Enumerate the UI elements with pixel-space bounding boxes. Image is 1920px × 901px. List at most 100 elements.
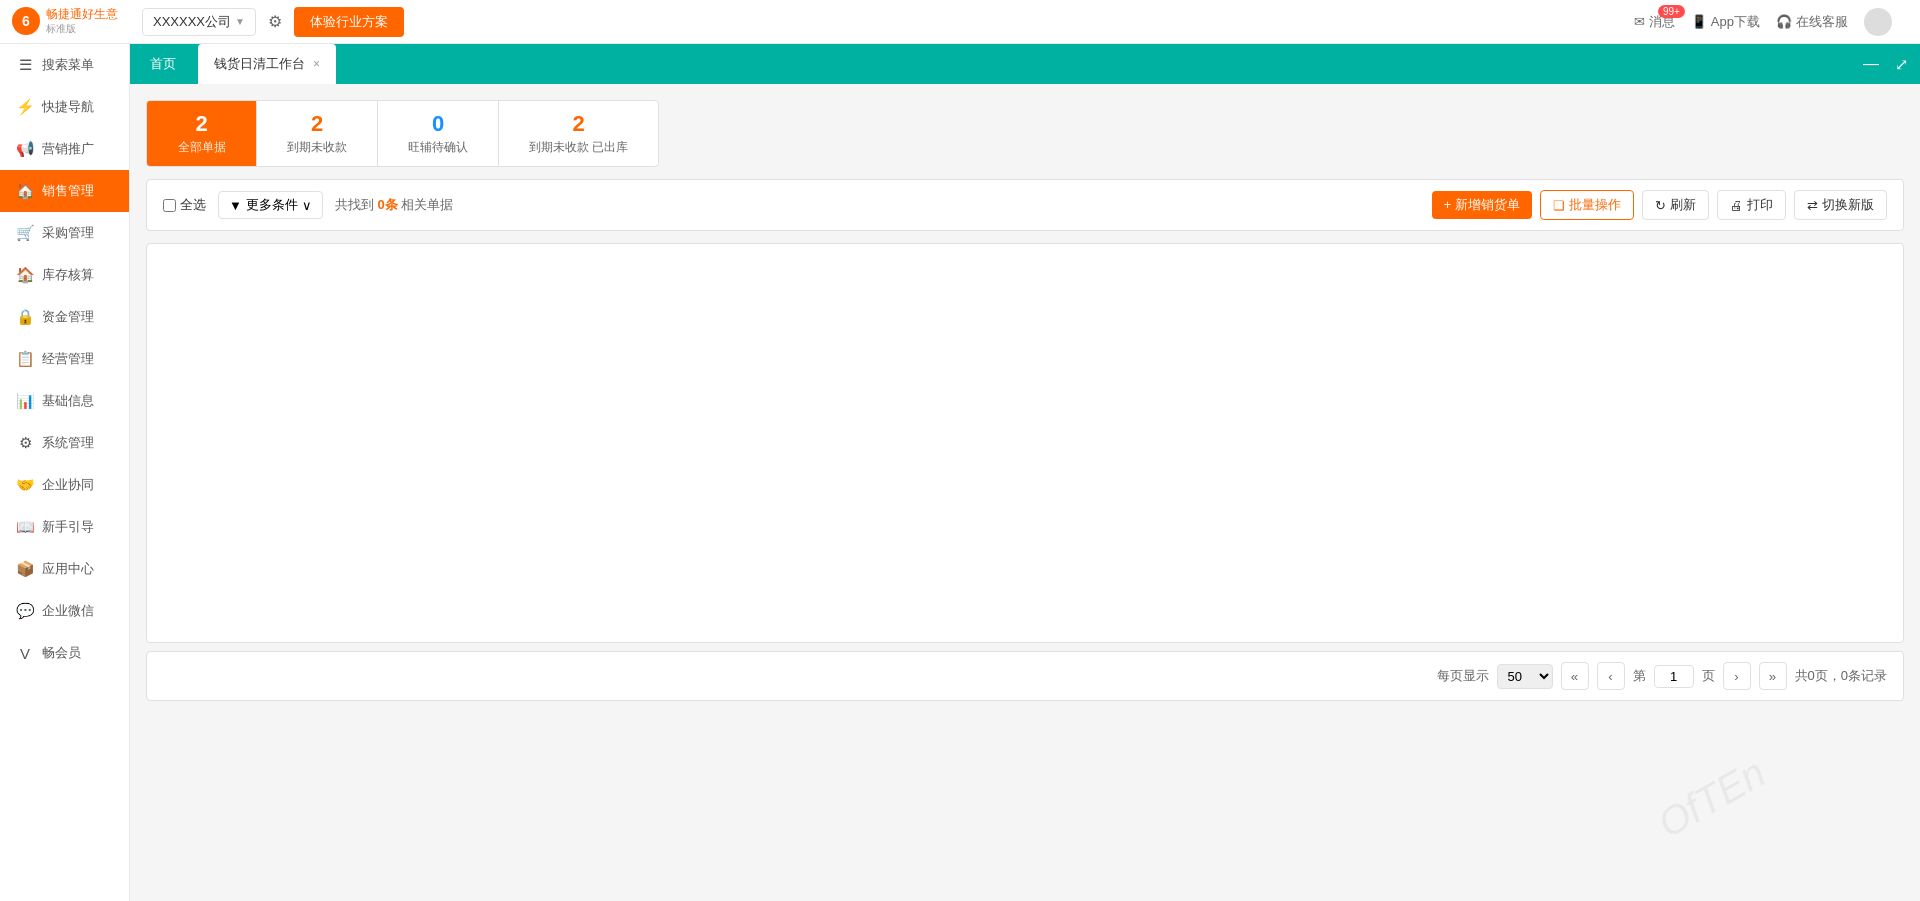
print-btn[interactable]: 🖨 打印 (1717, 190, 1786, 220)
switch-icon: ⇄ (1807, 198, 1818, 213)
sidebar-item-purchase[interactable]: 🛒 采购管理 (0, 212, 129, 254)
refresh-label: 刷新 (1670, 196, 1696, 214)
company-name: XXXXXX公司 (153, 13, 231, 31)
first-page-btn[interactable]: « (1561, 662, 1589, 690)
page-number-input[interactable] (1654, 665, 1694, 688)
filter-arrow-icon: ∨ (302, 198, 312, 213)
sidebar-item-member[interactable]: V 畅会员 (0, 632, 129, 674)
system-icon: ⚙ (16, 434, 34, 452)
pending-count: 0 (408, 111, 468, 137)
system-label: 系统管理 (42, 434, 94, 452)
basic-icon: 📊 (16, 392, 34, 410)
enterprise-icon: 🤝 (16, 476, 34, 494)
stat-tab-shipped[interactable]: 2 到期未收款 已出库 (499, 101, 658, 166)
headset-icon: 🎧 (1776, 14, 1792, 29)
app-layout: ☰ 搜索菜单 ⚡ 快捷导航 📢 营销推广 🏠 销售管理 🛒 采购管理 🏠 库存核… (0, 44, 1920, 901)
sidebar-item-app-center[interactable]: 📦 应用中心 (0, 548, 129, 590)
select-all-label: 全选 (180, 196, 206, 214)
home-tab[interactable]: 首页 (130, 44, 196, 84)
tab-minimize-btn[interactable]: — (1859, 51, 1883, 77)
stat-tab-all[interactable]: 2 全部单据 (147, 101, 257, 166)
stat-tab-pending[interactable]: 0 旺辅待确认 (378, 101, 499, 166)
online-service-item[interactable]: 🎧 在线客服 (1776, 13, 1848, 31)
enterprise-label: 企业协同 (42, 476, 94, 494)
app-name: 畅捷通好生意 (46, 7, 118, 21)
toolbar: 全选 ▼ 更多条件 ∨ 共找到 0条 相关单据 + 新增销货单 (146, 179, 1904, 231)
sidebar-item-capital[interactable]: 🔒 资金管理 (0, 296, 129, 338)
stats-tabs: 2 全部单据 2 到期未收款 0 旺辅待确认 2 到期未收款 已出库 (146, 100, 659, 167)
company-selector[interactable]: XXXXXX公司 ▼ (142, 8, 256, 36)
capital-label: 资金管理 (42, 308, 94, 326)
pending-label: 旺辅待确认 (408, 139, 468, 156)
select-all-checkbox[interactable]: 全选 (163, 196, 206, 214)
app-center-icon: 📦 (16, 560, 34, 578)
last-page-btn[interactable]: » (1759, 662, 1787, 690)
active-tab-label: 钱货日清工作台 (214, 55, 305, 73)
switch-version-btn[interactable]: ⇄ 切换新版 (1794, 190, 1887, 220)
tab-close-icon[interactable]: × (313, 57, 320, 71)
capital-icon: 🔒 (16, 308, 34, 326)
next-page-btn[interactable]: › (1723, 662, 1751, 690)
prev-page-btn[interactable]: ‹ (1597, 662, 1625, 690)
avatar[interactable] (1864, 8, 1892, 36)
app-download-item[interactable]: 📱 App下载 (1691, 13, 1760, 31)
sidebar: ☰ 搜索菜单 ⚡ 快捷导航 📢 营销推广 🏠 销售管理 🛒 采购管理 🏠 库存核… (0, 44, 130, 901)
filter-button[interactable]: ▼ 更多条件 ∨ (218, 191, 323, 219)
sidebar-item-sales[interactable]: 🏠 销售管理 (0, 170, 129, 212)
inventory-label: 库存核算 (42, 266, 94, 284)
refresh-icon: ↻ (1655, 198, 1666, 213)
tab-maximize-btn[interactable]: ⤢ (1891, 51, 1912, 78)
quick-nav-label: 快捷导航 (42, 98, 94, 116)
newbie-icon: 📖 (16, 518, 34, 536)
sidebar-item-newbie[interactable]: 📖 新手引导 (0, 506, 129, 548)
found-count: 0条 (378, 197, 398, 212)
add-sale-btn[interactable]: + 新增销货单 (1432, 191, 1532, 219)
sidebar-item-operations[interactable]: 📋 经营管理 (0, 338, 129, 380)
member-icon: V (16, 645, 34, 662)
overdue-count: 2 (287, 111, 347, 137)
purchase-label: 采购管理 (42, 224, 94, 242)
settings-icon[interactable]: ⚙ (268, 12, 282, 31)
basic-label: 基础信息 (42, 392, 94, 410)
search-menu-label: 搜索菜单 (42, 56, 94, 74)
member-label: 畅会员 (42, 644, 81, 662)
refresh-btn[interactable]: ↻ 刷新 (1642, 190, 1709, 220)
page-size-select[interactable]: 50 10 20 100 (1497, 664, 1553, 689)
weixin-icon: 💬 (16, 602, 34, 620)
top-header: 6 畅捷通好生意 标准版 XXXXXX公司 ▼ ⚙ 体验行业方案 ✉ 消息 99… (0, 0, 1920, 44)
marketing-icon: 📢 (16, 140, 34, 158)
tab-bar-actions: — ⤢ (1859, 51, 1920, 78)
batch-operation-btn[interactable]: ❏ 批量操作 (1540, 190, 1634, 220)
found-text: 共找到 0条 相关单据 (335, 196, 453, 214)
select-all-input[interactable] (163, 199, 176, 212)
sidebar-item-enterprise[interactable]: 🤝 企业协同 (0, 464, 129, 506)
sidebar-item-marketing[interactable]: 📢 营销推广 (0, 128, 129, 170)
content-area: 2 全部单据 2 到期未收款 0 旺辅待确认 2 到期未收款 已出库 全选 ▼ (130, 84, 1920, 901)
logo-icon: 6 (12, 7, 40, 35)
sidebar-item-system[interactable]: ⚙ 系统管理 (0, 422, 129, 464)
message-item[interactable]: ✉ 消息 99+ (1634, 13, 1675, 31)
found-suffix: 相关单据 (401, 197, 453, 212)
active-tab[interactable]: 钱货日清工作台 × (198, 44, 336, 84)
quick-nav-icon: ⚡ (16, 98, 34, 116)
page-size-label: 每页显示 (1437, 667, 1489, 685)
search-menu-icon: ☰ (16, 56, 34, 74)
operations-icon: 📋 (16, 350, 34, 368)
sidebar-item-basic[interactable]: 📊 基础信息 (0, 380, 129, 422)
main-content: 首页 钱货日清工作台 × — ⤢ 2 全部单据 2 到期未收款 0 旺辅待确认 (130, 44, 1920, 901)
stat-tab-overdue[interactable]: 2 到期未收款 (257, 101, 378, 166)
purchase-icon: 🛒 (16, 224, 34, 242)
page-suffix: 页 (1702, 667, 1715, 685)
app-center-label: 应用中心 (42, 560, 94, 578)
shipped-count: 2 (529, 111, 628, 137)
sidebar-item-weixin[interactable]: 💬 企业微信 (0, 590, 129, 632)
online-service-label: 在线客服 (1796, 13, 1848, 31)
inventory-icon: 🏠 (16, 266, 34, 284)
sidebar-item-quick-nav[interactable]: ⚡ 快捷导航 (0, 86, 129, 128)
table-area (146, 243, 1904, 643)
filter-label: 更多条件 (246, 196, 298, 214)
sidebar-item-search-menu[interactable]: ☰ 搜索菜单 (0, 44, 129, 86)
sidebar-item-inventory[interactable]: 🏠 库存核算 (0, 254, 129, 296)
marketing-label: 营销推广 (42, 140, 94, 158)
trial-button[interactable]: 体验行业方案 (294, 7, 404, 37)
